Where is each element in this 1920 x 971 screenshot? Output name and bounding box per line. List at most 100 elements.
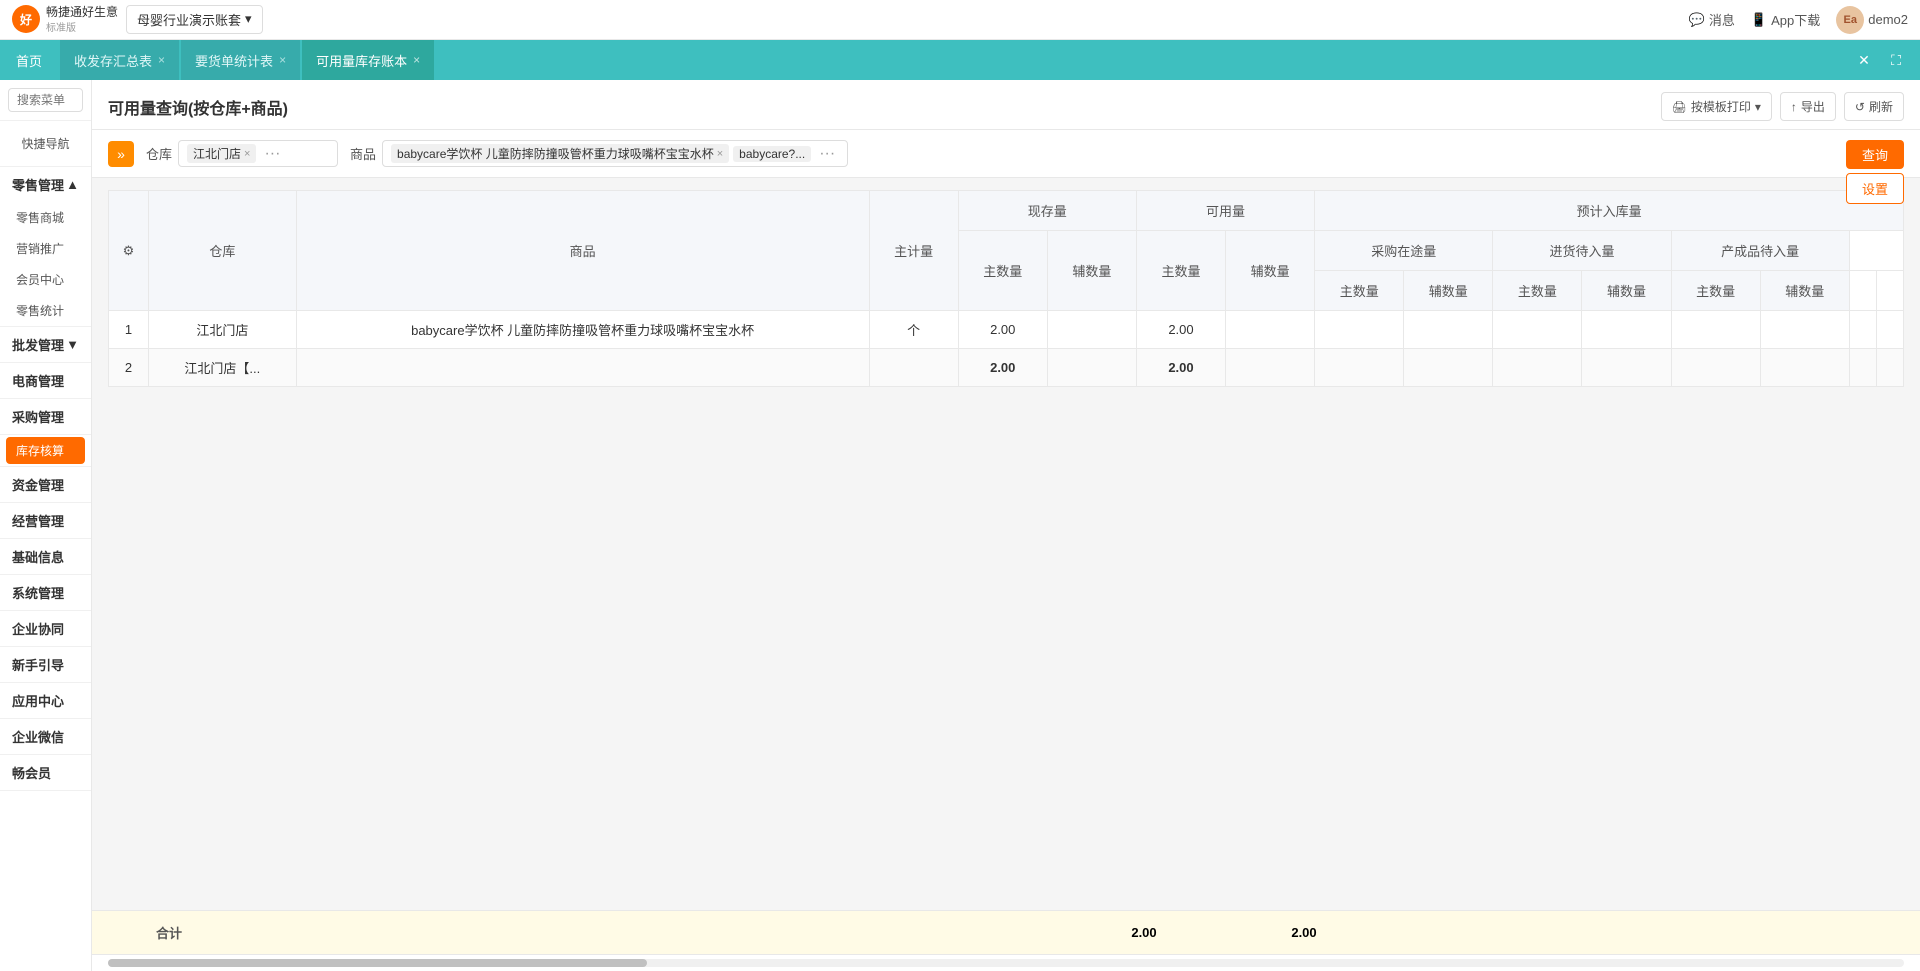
chevron-down-icon2: ▾	[1755, 100, 1761, 114]
wechat-label: 企业微信	[12, 727, 64, 746]
sidebar-item-marketing[interactable]: 营销推广	[0, 233, 91, 264]
cell-pp-main-1	[1493, 311, 1582, 349]
logo-text-wrap: 畅捷通好生意 标准版	[46, 5, 118, 34]
sidebar-section-ecommerce: 电商管理	[0, 363, 91, 399]
cell-pp-sub-1	[1582, 311, 1671, 349]
tab-available-stock-close[interactable]: ×	[413, 53, 420, 67]
th-purchase-pending-main: 主数量	[1493, 271, 1582, 311]
product-tag-2-text: babycare?...	[739, 147, 805, 161]
th-current-sub: 辅数量	[1047, 231, 1136, 311]
footer-empty-1	[108, 921, 148, 944]
sidebar-section-purchase-title[interactable]: 采购管理	[0, 399, 91, 434]
message-btn[interactable]: 💬 消息	[1689, 10, 1735, 29]
horizontal-scrollbar[interactable]	[108, 959, 1904, 967]
cell-pt-sub-2	[1404, 349, 1493, 387]
tab-fullscreen-btn[interactable]: ⛶	[1884, 48, 1908, 72]
cell-available-sub-1	[1226, 311, 1315, 349]
th-settings[interactable]: ⚙	[109, 191, 149, 311]
footer-pp-sub	[1664, 921, 1744, 944]
tab-order-stats[interactable]: 要货单统计表 ×	[181, 40, 300, 80]
export-icon: ↑	[1791, 100, 1797, 114]
th-purchase-transit-sub: 辅数量	[1404, 271, 1493, 311]
filter-expand-btn[interactable]: »	[108, 141, 134, 167]
cell-prods-sub-2	[1760, 349, 1849, 387]
th-available-group: 可用量	[1136, 191, 1314, 231]
footer-available-sub	[1344, 921, 1424, 944]
warehouse-tag-close[interactable]: ×	[244, 148, 250, 160]
product-tag-1: babycare学饮杯 儿童防摔防撞吸管杯重力球吸嘴杯宝宝水杯 ×	[391, 144, 729, 163]
page-header: 可用量查询(按仓库+商品) 🖨 按模板打印 ▾ ↑ 导出 ↺ 刷新	[92, 80, 1920, 130]
warehouse-tag: 江北门店 ×	[187, 144, 256, 163]
sidebar-section-newbie: 新手引导	[0, 647, 91, 683]
sidebar-section-wholesale: 批发管理 ▼	[0, 327, 91, 363]
th-purchase-transit-main: 主数量	[1315, 271, 1404, 311]
industry-selector[interactable]: 母婴行业演示账套 ▾	[126, 5, 263, 34]
basic-label: 基础信息	[12, 547, 64, 566]
setting-btn[interactable]: 设置	[1846, 173, 1904, 204]
product-filter-group: 商品 babycare学饮杯 儿童防摔防撞吸管杯重力球吸嘴杯宝宝水杯 × bab…	[350, 140, 848, 167]
sidebar-item-retail-stats[interactable]: 零售统计	[0, 295, 91, 326]
warehouse-filter-group: 仓库 江北门店 × ···	[146, 140, 338, 167]
template-print-btn[interactable]: 🖨 按模板打印 ▾	[1661, 92, 1772, 121]
newbie-label: 新手引导	[12, 655, 64, 674]
sidebar-section-ecommerce-title[interactable]: 电商管理	[0, 363, 91, 398]
sidebar-section-retail-title[interactable]: 零售管理 ▲	[0, 167, 91, 202]
footer-prods-main	[1744, 921, 1824, 944]
product-tag-1-text: babycare学饮杯 儿童防摔防撞吸管杯重力球吸嘴杯宝宝水杯	[397, 145, 714, 162]
refresh-btn[interactable]: ↺ 刷新	[1844, 92, 1904, 121]
product-more-btn[interactable]: ···	[815, 145, 839, 163]
cell-unit-1: 个	[869, 311, 958, 349]
cell-current-sub-2	[1047, 349, 1136, 387]
sidebar-search-input[interactable]	[8, 88, 83, 112]
tab-order-stats-close[interactable]: ×	[279, 53, 286, 67]
sidebar-section-enterprise-title[interactable]: 企业协同	[0, 611, 91, 646]
sidebar-item-retail-mall[interactable]: 零售商城	[0, 202, 91, 233]
tab-income-expense-close[interactable]: ×	[158, 53, 165, 67]
cell-extra2-1	[1876, 311, 1903, 349]
sidebar-quick-nav: 快捷导航	[0, 121, 91, 167]
query-btn[interactable]: 查询	[1846, 140, 1904, 169]
cell-prods-sub-1	[1760, 311, 1849, 349]
sidebar-section-purchase: 采购管理	[0, 399, 91, 435]
user-area[interactable]: Ea demo2	[1836, 6, 1908, 34]
export-btn[interactable]: ↑ 导出	[1780, 92, 1836, 121]
warehouse-more-btn[interactable]: ···	[260, 145, 284, 163]
th-available-sub: 辅数量	[1226, 231, 1315, 311]
app-download-btn[interactable]: 📱 App下载	[1751, 10, 1820, 29]
tab-income-expense[interactable]: 收发存汇总表 ×	[60, 40, 179, 80]
sidebar: 快捷导航 零售管理 ▲ 零售商城 营销推广 会员中心 零售统计 批发管理 ▼ 电…	[0, 80, 92, 971]
product-tag-1-close[interactable]: ×	[717, 148, 723, 160]
sidebar-section-system: 系统管理	[0, 575, 91, 611]
sidebar-section-enterprise: 企业协同	[0, 611, 91, 647]
cell-available-main-1: 2.00	[1136, 311, 1225, 349]
tab-home[interactable]: 首页	[0, 40, 58, 80]
table-area: ⚙ 仓库 商品 主计量 现存量 可用量 预计入库量 主数量 辅数量 主数量 辅数…	[92, 178, 1920, 910]
sidebar-section-basic-title[interactable]: 基础信息	[0, 539, 91, 574]
sidebar-section-operation-title[interactable]: 经营管理	[0, 503, 91, 538]
sidebar-item-inventory[interactable]: 库存核算	[6, 437, 85, 464]
template-print-label: 按模板打印	[1691, 98, 1751, 115]
tab-close-all-btn[interactable]: ✕	[1852, 48, 1876, 72]
sidebar-section-wechat: 企业微信	[0, 719, 91, 755]
sidebar-search-area	[0, 80, 91, 121]
sidebar-item-quick-nav[interactable]: 快捷导航	[0, 127, 91, 160]
cell-extra2-2	[1876, 349, 1903, 387]
sidebar-item-member-center[interactable]: 会员中心	[0, 264, 91, 295]
username-label: demo2	[1868, 12, 1908, 27]
footer-label: 合计	[148, 921, 228, 944]
sidebar-section-wechat-title[interactable]: 企业微信	[0, 719, 91, 754]
product-tag-2: babycare?...	[733, 146, 811, 162]
sidebar-section-appcenter-title[interactable]: 应用中心	[0, 683, 91, 718]
cell-available-main-2: 2.00	[1136, 349, 1225, 387]
product-filter-label: 商品	[350, 144, 376, 163]
sidebar-section-member-title[interactable]: 畅会员	[0, 755, 91, 790]
sidebar-section-system-title[interactable]: 系统管理	[0, 575, 91, 610]
sidebar-section-finance-title[interactable]: 资金管理	[0, 467, 91, 502]
sidebar-section-newbie-title[interactable]: 新手引导	[0, 647, 91, 682]
product-filter-input[interactable]: babycare学饮杯 儿童防摔防撞吸管杯重力球吸嘴杯宝宝水杯 × babyca…	[382, 140, 848, 167]
sidebar-section-wholesale-title[interactable]: 批发管理 ▼	[0, 327, 91, 362]
cell-product-2	[296, 349, 869, 387]
tab-available-stock[interactable]: 可用量库存账本 ×	[302, 40, 434, 80]
warehouse-filter-input[interactable]: 江北门店 × ···	[178, 140, 338, 167]
ecommerce-label: 电商管理	[12, 371, 64, 390]
